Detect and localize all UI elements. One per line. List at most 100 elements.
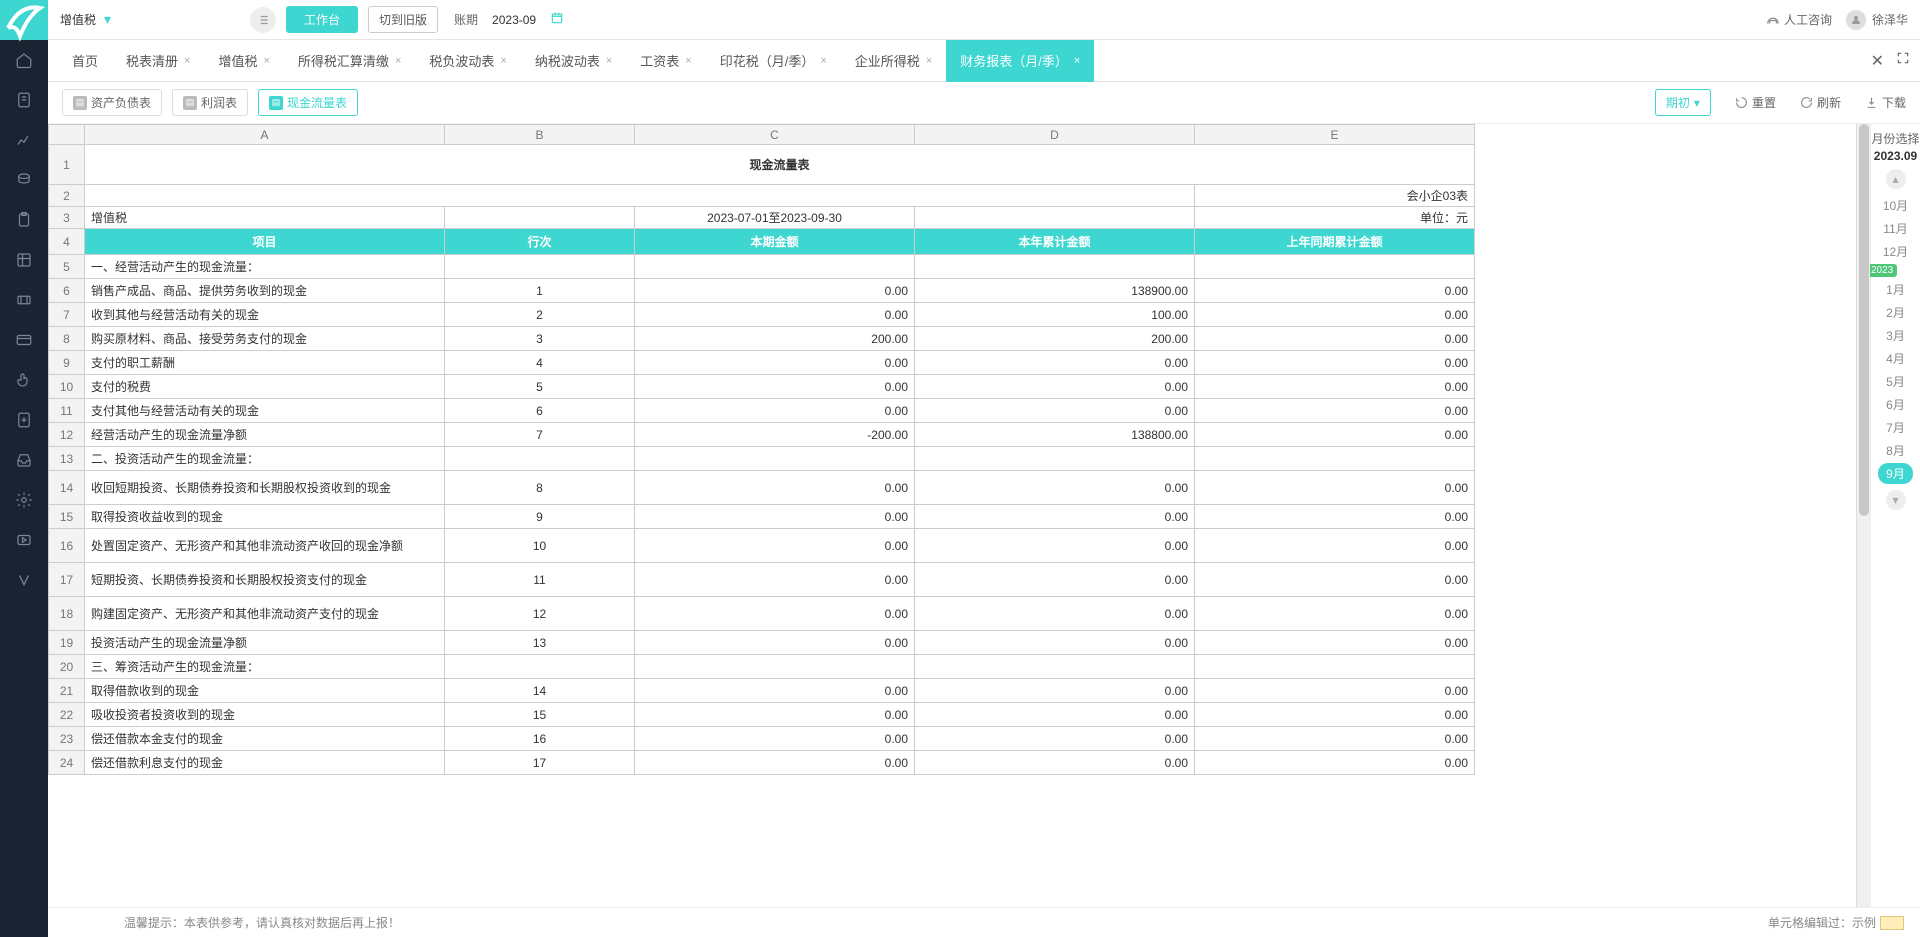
- cell-value[interactable]: [915, 255, 1195, 279]
- cell-seq[interactable]: 16: [445, 727, 635, 751]
- row-header[interactable]: 16: [49, 529, 85, 563]
- tab-所得税汇算清缴[interactable]: 所得税汇算清缴×: [284, 40, 415, 82]
- spreadsheet[interactable]: ABCDE1现金流量表2会小企03表3增值税2023-07-01至2023-09…: [48, 124, 1856, 907]
- cell-value[interactable]: [1195, 255, 1475, 279]
- cell-seq[interactable]: 3: [445, 327, 635, 351]
- tab-税表清册[interactable]: 税表清册×: [112, 40, 204, 82]
- cell-item[interactable]: 销售产成品、商品、提供劳务收到的现金: [85, 279, 445, 303]
- cell-item[interactable]: 收到其他与经营活动有关的现金: [85, 303, 445, 327]
- cell-value[interactable]: 100.00: [915, 303, 1195, 327]
- cell-value[interactable]: 0.00: [1195, 679, 1475, 703]
- cell-item[interactable]: 二、投资活动产生的现金流量：: [85, 447, 445, 471]
- cell-value[interactable]: 0.00: [915, 399, 1195, 423]
- vertical-scrollbar[interactable]: [1856, 124, 1870, 907]
- row-header[interactable]: 11: [49, 399, 85, 423]
- cell-value[interactable]: -200.00: [635, 423, 915, 447]
- row-header[interactable]: 9: [49, 351, 85, 375]
- month-option[interactable]: 1月: [1886, 279, 1905, 300]
- cell-value[interactable]: 0.00: [915, 727, 1195, 751]
- row-header[interactable]: 23: [49, 727, 85, 751]
- cell-value[interactable]: [635, 447, 915, 471]
- tab-税负波动表[interactable]: 税负波动表×: [415, 40, 520, 82]
- row-header[interactable]: 4: [49, 229, 85, 255]
- cell-value[interactable]: 0.00: [1195, 351, 1475, 375]
- cell-item[interactable]: 偿还借款本金支付的现金: [85, 727, 445, 751]
- row-header[interactable]: 15: [49, 505, 85, 529]
- cell-seq[interactable]: 4: [445, 351, 635, 375]
- row-header[interactable]: 20: [49, 655, 85, 679]
- nav-money-icon[interactable]: [0, 160, 48, 200]
- tab-工资表[interactable]: 工资表×: [626, 40, 705, 82]
- cell-value[interactable]: 0.00: [915, 597, 1195, 631]
- cell-seq[interactable]: 5: [445, 375, 635, 399]
- cell-value[interactable]: 0.00: [635, 703, 915, 727]
- tab-首页[interactable]: 首页: [58, 40, 112, 82]
- nav-clipboard-icon[interactable]: [0, 200, 48, 240]
- cell-value[interactable]: 0.00: [635, 597, 915, 631]
- row-header[interactable]: 1: [49, 145, 85, 185]
- cell-value[interactable]: 0.00: [915, 679, 1195, 703]
- cell-value[interactable]: 0.00: [1195, 505, 1475, 529]
- row-header[interactable]: 24: [49, 751, 85, 775]
- cell-value[interactable]: 138900.00: [915, 279, 1195, 303]
- cell-seq[interactable]: 13: [445, 631, 635, 655]
- cell-value[interactable]: 0.00: [915, 375, 1195, 399]
- cell-value[interactable]: 0.00: [1195, 529, 1475, 563]
- cell-value[interactable]: [915, 447, 1195, 471]
- tab-增值税[interactable]: 增值税×: [204, 40, 283, 82]
- cell-value[interactable]: 0.00: [1195, 631, 1475, 655]
- workbench-button[interactable]: 工作台: [286, 6, 358, 33]
- row-header[interactable]: 3: [49, 207, 85, 229]
- cell-item[interactable]: 取得投资收益收到的现金: [85, 505, 445, 529]
- cell-seq[interactable]: 8: [445, 471, 635, 505]
- cell-seq[interactable]: [445, 655, 635, 679]
- cell-value[interactable]: 0.00: [1195, 279, 1475, 303]
- cell-seq[interactable]: 17: [445, 751, 635, 775]
- close-icon[interactable]: ×: [820, 55, 826, 67]
- cell-item[interactable]: 偿还借款利息支付的现金: [85, 751, 445, 775]
- row-header[interactable]: 19: [49, 631, 85, 655]
- cell-value[interactable]: 0.00: [915, 529, 1195, 563]
- cell-item[interactable]: 三、筹资活动产生的现金流量：: [85, 655, 445, 679]
- cell-value[interactable]: [1195, 447, 1475, 471]
- cell-value[interactable]: 0.00: [1195, 751, 1475, 775]
- cell-value[interactable]: 0.00: [1195, 303, 1475, 327]
- row-header[interactable]: 6: [49, 279, 85, 303]
- col-header[interactable]: A: [85, 125, 445, 145]
- cell-seq[interactable]: 6: [445, 399, 635, 423]
- nav-home-icon[interactable]: [0, 40, 48, 80]
- cell-value[interactable]: 0.00: [635, 631, 915, 655]
- cell-value[interactable]: 0.00: [635, 529, 915, 563]
- cell-value[interactable]: 0.00: [915, 631, 1195, 655]
- month-option[interactable]: 6月: [1886, 394, 1905, 415]
- month-option[interactable]: 12月: [1883, 241, 1908, 262]
- cell-item[interactable]: 收回短期投资、长期债券投资和长期股权投资收到的现金: [85, 471, 445, 505]
- cell-seq[interactable]: [445, 255, 635, 279]
- subtab-现金流量表[interactable]: ▤现金流量表: [258, 89, 358, 116]
- cell-value[interactable]: 0.00: [1195, 327, 1475, 351]
- cell-item[interactable]: 经营活动产生的现金流量净额: [85, 423, 445, 447]
- close-icon[interactable]: ×: [395, 55, 401, 67]
- close-icon[interactable]: ×: [685, 55, 691, 67]
- cell-item[interactable]: 投资活动产生的现金流量净额: [85, 631, 445, 655]
- col-header[interactable]: B: [445, 125, 635, 145]
- cell-value[interactable]: 0.00: [1195, 563, 1475, 597]
- cell-value[interactable]: [635, 255, 915, 279]
- cell-item[interactable]: 一、经营活动产生的现金流量：: [85, 255, 445, 279]
- cell-value[interactable]: 0.00: [635, 563, 915, 597]
- cell-seq[interactable]: 7: [445, 423, 635, 447]
- cell-value[interactable]: 0.00: [635, 727, 915, 751]
- cell-value[interactable]: 0.00: [1195, 399, 1475, 423]
- cell-value[interactable]: 0.00: [915, 563, 1195, 597]
- nav-card-icon[interactable]: [0, 320, 48, 360]
- cell-value[interactable]: 0.00: [1195, 703, 1475, 727]
- col-header[interactable]: C: [635, 125, 915, 145]
- cell-item[interactable]: 购建固定资产、无形资产和其他非流动资产支付的现金: [85, 597, 445, 631]
- cell-value[interactable]: 200.00: [635, 327, 915, 351]
- cell-seq[interactable]: [445, 447, 635, 471]
- cell-value[interactable]: 0.00: [635, 351, 915, 375]
- cell-value[interactable]: [635, 655, 915, 679]
- cell-value[interactable]: 0.00: [635, 303, 915, 327]
- fullscreen-icon[interactable]: [1896, 51, 1910, 70]
- cell-item[interactable]: 处置固定资产、无形资产和其他非流动资产收回的现金净额: [85, 529, 445, 563]
